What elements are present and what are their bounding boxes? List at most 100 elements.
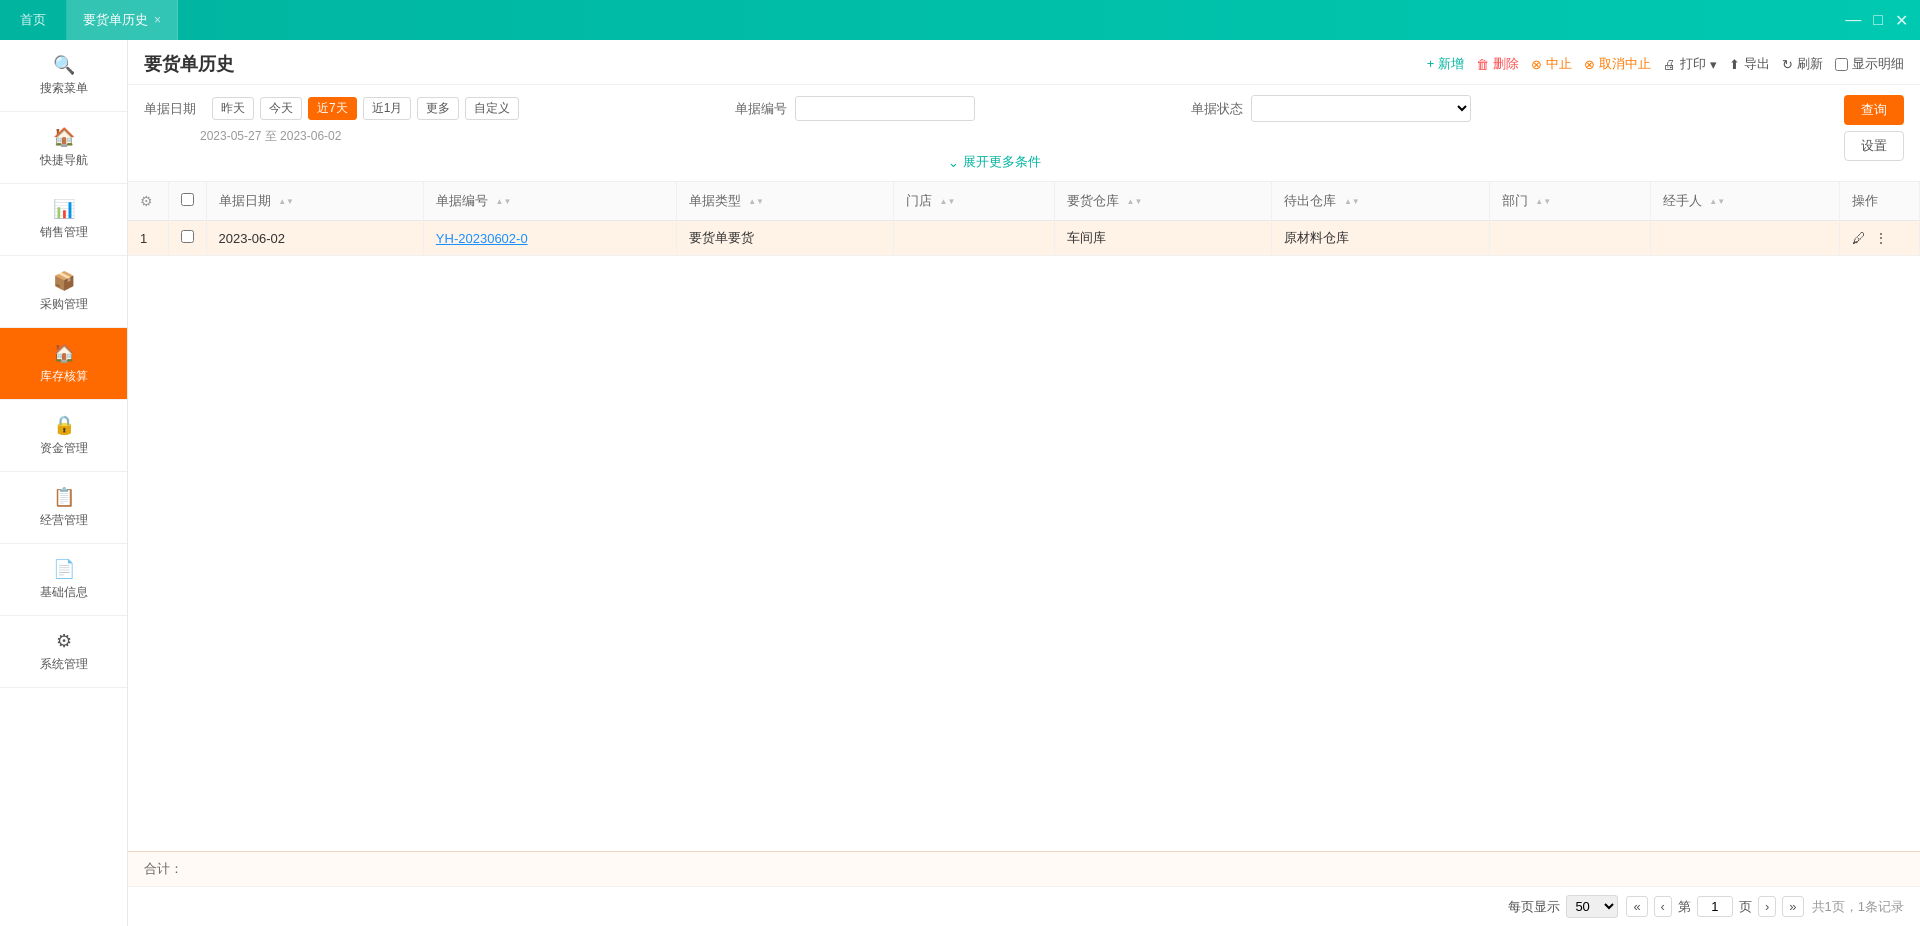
td-bill-type: 要货单要货 — [676, 221, 893, 256]
operations-icon: 📋 — [53, 486, 75, 508]
td-store — [893, 221, 1054, 256]
top-bar: 首页 要货单历史 × — □ ✕ — [0, 0, 1920, 40]
filter-row-1: 单据日期 昨天 今天 近7天 近1月 更多 自定义 单据编号 — [144, 95, 1844, 122]
date-btn-1month[interactable]: 近1月 — [363, 97, 412, 120]
minimize-icon[interactable]: — — [1845, 11, 1861, 29]
next-page-button[interactable]: › — [1758, 896, 1776, 917]
table-row: 1 2023-06-02 YH-20230602-0 要货单要货 — [128, 221, 1920, 256]
edit-icon[interactable]: 🖊 — [1852, 230, 1866, 246]
date-filters: 昨天 今天 近7天 近1月 更多 自定义 — [212, 97, 519, 120]
pagination-bar: 每页显示 50 20 100 200 « ‹ 第 页 › » 共1页，1条记录 — [128, 886, 1920, 926]
refresh-button[interactable]: ↻ 刷新 — [1782, 55, 1823, 73]
per-page-label: 每页显示 — [1508, 898, 1560, 916]
th-handler: 经手人 ▲▼ — [1650, 182, 1839, 221]
td-req-warehouse: 车间库 — [1054, 221, 1271, 256]
finance-icon: 🔒 — [53, 414, 75, 436]
bill-no-link[interactable]: YH-20230602-0 — [436, 231, 528, 246]
settings-button[interactable]: 设置 — [1844, 131, 1904, 161]
date-filter-label: 单据日期 — [144, 100, 196, 118]
bill-no-input[interactable] — [795, 96, 975, 121]
total-info: 共1页，1条记录 — [1812, 898, 1904, 916]
sort-outwh-icon[interactable]: ▲▼ — [1344, 197, 1360, 206]
footer-summary: 合计： — [128, 851, 1920, 886]
summary-label: 合计： — [144, 861, 183, 876]
sidebar-item-operations[interactable]: 📋 经营管理 — [0, 472, 127, 544]
select-all-checkbox[interactable] — [181, 193, 194, 206]
column-settings-icon[interactable]: ⚙ — [140, 193, 153, 209]
tab-close-icon[interactable]: × — [154, 13, 161, 27]
last-page-button[interactable]: » — [1782, 896, 1803, 917]
export-icon: ⬆ — [1729, 57, 1740, 72]
page-unit: 页 — [1739, 898, 1752, 916]
td-dept — [1489, 221, 1650, 256]
sort-billno-icon[interactable]: ▲▼ — [495, 197, 511, 206]
table-header-row: ⚙ 单据日期 ▲▼ 单据编号 ▲▼ — [128, 182, 1920, 221]
date-btn-today[interactable]: 今天 — [260, 97, 302, 120]
page-header: 要货单历史 + 新增 🗑 删除 ⊗ 中止 ⊗ 取消中止 🖨 打印 — [128, 40, 1920, 85]
sort-reqwh-icon[interactable]: ▲▼ — [1127, 197, 1143, 206]
window-controls: — □ ✕ — [1833, 11, 1920, 30]
sort-handler-icon[interactable]: ▲▼ — [1709, 197, 1725, 206]
date-btn-7days[interactable]: 近7天 — [308, 97, 357, 120]
print-button[interactable]: 🖨 打印 ▾ — [1663, 55, 1717, 73]
delete-button[interactable]: 🗑 删除 — [1476, 55, 1519, 73]
close-icon[interactable]: ✕ — [1895, 11, 1908, 30]
stop-icon: ⊗ — [1531, 57, 1542, 72]
requisition-table: ⚙ 单据日期 ▲▼ 单据编号 ▲▼ — [128, 182, 1920, 256]
sidebar-item-sales[interactable]: 📊 销售管理 — [0, 184, 127, 256]
sidebar-item-system[interactable]: ⚙ 系统管理 — [0, 616, 127, 688]
system-icon: ⚙ — [56, 630, 72, 652]
cancel-stop-icon: ⊗ — [1584, 57, 1595, 72]
sidebar-item-quicknav[interactable]: 🏠 快捷导航 — [0, 112, 127, 184]
per-page-select[interactable]: 50 20 100 200 — [1566, 895, 1618, 918]
sidebar-item-finance[interactable]: 🔒 资金管理 — [0, 400, 127, 472]
sidebar-item-inventory[interactable]: 🏠 库存核算 — [0, 328, 127, 400]
row-checkbox[interactable] — [181, 230, 194, 243]
th-date: 单据日期 ▲▼ — [206, 182, 423, 221]
query-button[interactable]: 查询 — [1844, 95, 1904, 125]
first-page-button[interactable]: « — [1626, 896, 1647, 917]
filter-actions: 查询 设置 — [1844, 95, 1904, 161]
display-detail-toggle[interactable]: 显示明细 — [1835, 55, 1904, 73]
expand-more-btn[interactable]: ⌄ 展开更多条件 — [948, 153, 1041, 171]
export-button[interactable]: ⬆ 导出 — [1729, 55, 1770, 73]
display-detail-checkbox[interactable] — [1835, 58, 1848, 71]
status-select[interactable] — [1251, 95, 1471, 122]
th-checkbox — [168, 182, 206, 221]
date-btn-yesterday[interactable]: 昨天 — [212, 97, 254, 120]
td-date: 2023-06-02 — [206, 221, 423, 256]
date-btn-custom[interactable]: 自定义 — [465, 97, 519, 120]
td-operation: 🖊 ⋮ — [1840, 221, 1920, 256]
new-button[interactable]: + 新增 — [1427, 55, 1464, 73]
page-actions: + 新增 🗑 删除 ⊗ 中止 ⊗ 取消中止 🖨 打印 ▾ — [1427, 55, 1904, 73]
op-icons: 🖊 ⋮ — [1852, 230, 1907, 246]
maximize-icon[interactable]: □ — [1873, 11, 1883, 29]
date-btn-more[interactable]: 更多 — [417, 97, 459, 120]
cancel-stop-button[interactable]: ⊗ 取消中止 — [1584, 55, 1651, 73]
purchase-icon: 📦 — [53, 270, 75, 292]
delete-icon: 🗑 — [1476, 57, 1489, 72]
td-index: 1 — [128, 221, 168, 256]
th-store: 门店 ▲▼ — [893, 182, 1054, 221]
th-operation: 操作 — [1840, 182, 1920, 221]
td-checkbox — [168, 221, 206, 256]
th-req-warehouse: 要货仓库 ▲▼ — [1054, 182, 1271, 221]
tab-home[interactable]: 首页 — [0, 0, 67, 40]
more-icon[interactable]: ⋮ — [1874, 230, 1888, 246]
inventory-icon: 🏠 — [53, 342, 75, 364]
sidebar-item-search[interactable]: 🔍 搜索菜单 — [0, 40, 127, 112]
sidebar-item-purchase[interactable]: 📦 采购管理 — [0, 256, 127, 328]
stop-button[interactable]: ⊗ 中止 — [1531, 55, 1572, 73]
sort-store-icon[interactable]: ▲▼ — [939, 197, 955, 206]
sidebar-item-basic-info[interactable]: 📄 基础信息 — [0, 544, 127, 616]
tab-requisition-history[interactable]: 要货单历史 × — [67, 0, 178, 40]
prev-page-button[interactable]: ‹ — [1654, 896, 1672, 917]
page-title: 要货单历史 — [144, 52, 234, 76]
sort-billtype-icon[interactable]: ▲▼ — [748, 197, 764, 206]
expand-icon: ⌄ — [948, 155, 959, 170]
th-out-warehouse: 待出仓库 ▲▼ — [1272, 182, 1489, 221]
page-nav: « ‹ 第 页 › » — [1626, 896, 1803, 917]
sort-date-icon[interactable]: ▲▼ — [278, 197, 294, 206]
sort-dept-icon[interactable]: ▲▼ — [1535, 197, 1551, 206]
page-input[interactable] — [1697, 896, 1733, 917]
